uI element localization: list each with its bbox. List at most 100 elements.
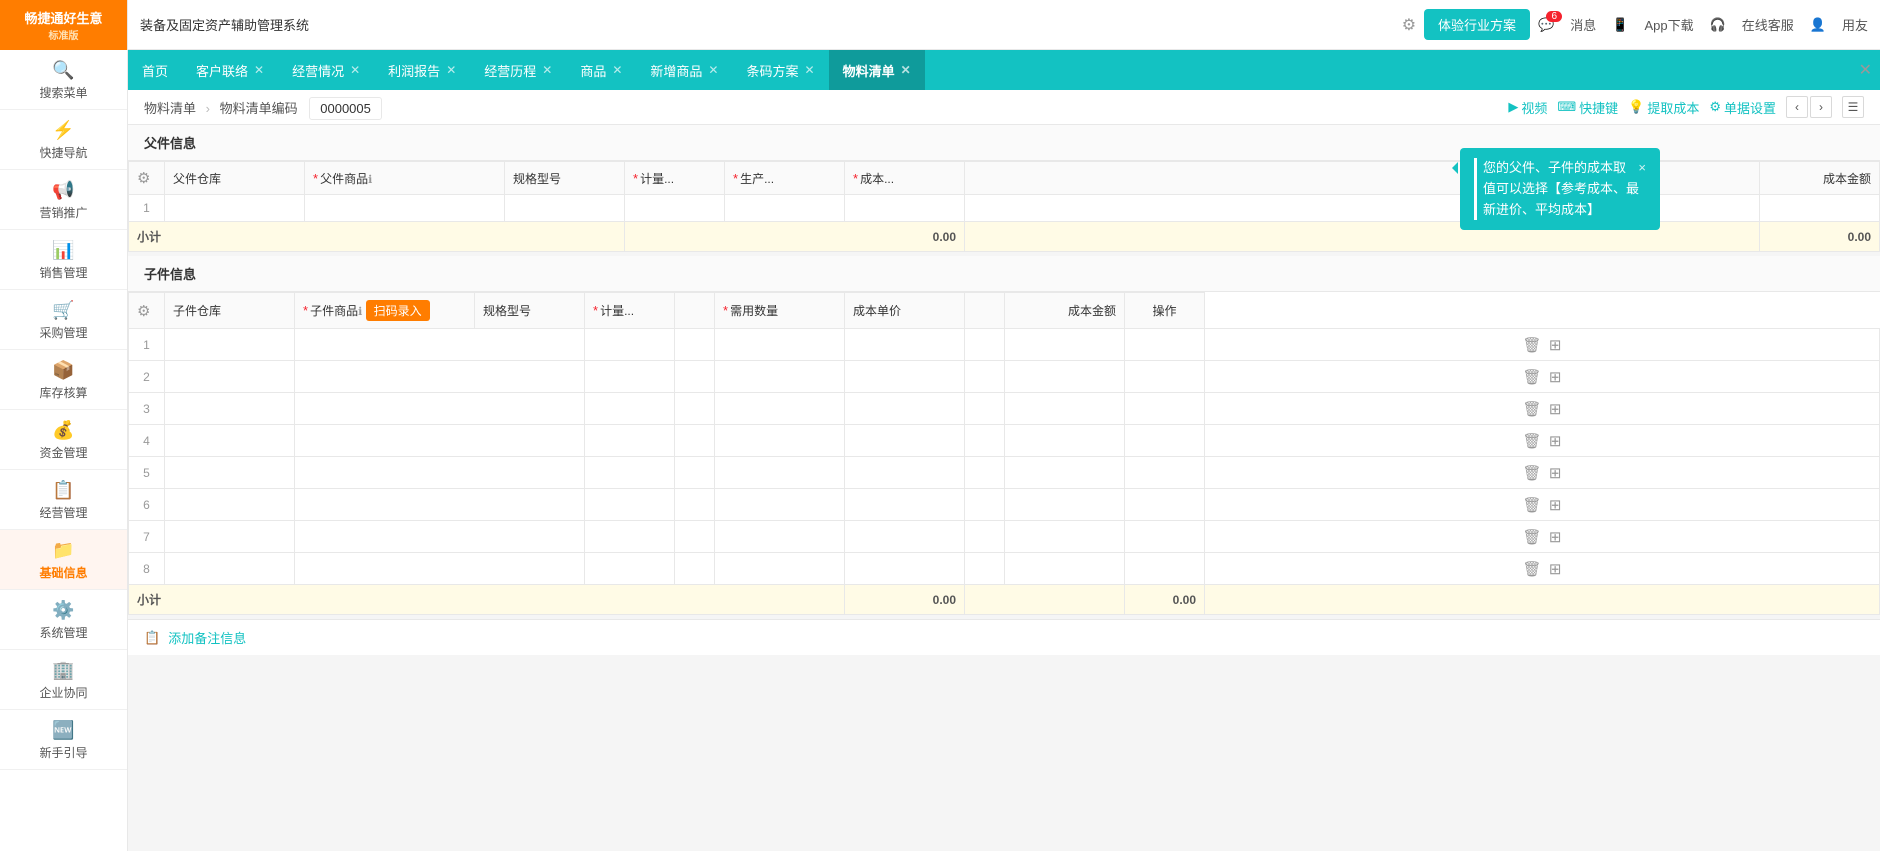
child-warehouse-cell[interactable] (165, 361, 295, 393)
delete-btn[interactable]: 🗑 (1521, 560, 1544, 578)
copy-btn[interactable]: ⊞ (1547, 400, 1564, 418)
sidebar-item-purchase[interactable]: 🛒 采购管理 (0, 290, 127, 350)
child-qty-cell[interactable] (845, 521, 965, 553)
tab-close-icon[interactable]: ✕ (805, 63, 815, 77)
child-spec-cell[interactable] (585, 553, 675, 585)
child-spec-cell[interactable] (585, 489, 675, 521)
child-unit-price-cell[interactable] (965, 489, 1005, 521)
copy-btn[interactable]: ⊞ (1547, 528, 1564, 546)
child-qty-cell[interactable] (845, 361, 965, 393)
child-spec-cell[interactable] (585, 425, 675, 457)
sidebar-item-system[interactable]: ⚙️ 系统管理 (0, 590, 127, 650)
child-unit-cell[interactable] (675, 425, 715, 457)
user-label[interactable]: 用友 (1842, 15, 1868, 34)
child-qty-cell[interactable] (845, 393, 965, 425)
child-unit-price-cell[interactable] (965, 553, 1005, 585)
child-product-cell[interactable] (295, 361, 585, 393)
list-view-btn[interactable]: ☰ (1842, 96, 1864, 118)
parent-spec-cell[interactable] (505, 195, 625, 222)
child-qty-cell[interactable] (845, 425, 965, 457)
delete-btn[interactable]: 🗑 (1521, 336, 1544, 354)
child-unit-cell[interactable] (675, 489, 715, 521)
tab-close-icon[interactable]: ✕ (542, 63, 552, 77)
parent-warehouse-cell[interactable] (165, 195, 305, 222)
child-unit-cell[interactable] (675, 361, 715, 393)
extract-cost-action[interactable]: 💡 提取成本 (1628, 98, 1699, 117)
child-spec-cell[interactable] (585, 521, 675, 553)
delete-btn[interactable]: 🗑 (1521, 496, 1544, 514)
child-unit-cell[interactable] (675, 329, 715, 361)
view-action[interactable]: ▶ 视频 (1508, 98, 1547, 117)
nav-tab-经营情况[interactable]: 经营情况✕ (278, 50, 374, 90)
tab-close-icon[interactable]: ✕ (708, 63, 718, 77)
app-download-label[interactable]: App下载 (1644, 15, 1693, 34)
sidebar-item-search[interactable]: 🔍 搜索菜单 (0, 50, 127, 110)
child-unit-price-cell[interactable] (965, 425, 1005, 457)
tab-close-icon[interactable]: ✕ (350, 63, 360, 77)
child-qty-cell[interactable] (845, 329, 965, 361)
child-warehouse-cell[interactable] (165, 489, 295, 521)
child-product-cell[interactable] (295, 425, 585, 457)
child-product-cell[interactable] (295, 553, 585, 585)
sidebar-item-marketing[interactable]: 📢 营销推广 (0, 170, 127, 230)
child-unit-price-cell[interactable] (965, 329, 1005, 361)
child-unit-price-cell[interactable] (965, 457, 1005, 489)
child-product-cell[interactable] (295, 457, 585, 489)
copy-btn[interactable]: ⊞ (1547, 496, 1564, 514)
child-warehouse-cell[interactable] (165, 553, 295, 585)
copy-btn[interactable]: ⊞ (1547, 560, 1564, 578)
child-col-gear-icon[interactable]: ⚙ (137, 303, 150, 320)
parent-unit-cell[interactable] (625, 195, 725, 222)
tab-close-icon[interactable]: ✕ (446, 63, 456, 77)
child-product-cell[interactable] (295, 489, 585, 521)
delete-btn[interactable]: 🗑 (1521, 464, 1544, 482)
nav-tab-新增商品[interactable]: 新增商品✕ (636, 50, 732, 90)
child-warehouse-cell[interactable] (165, 329, 295, 361)
copy-btn[interactable]: ⊞ (1547, 368, 1564, 386)
copy-btn[interactable]: ⊞ (1547, 464, 1564, 482)
child-product-cell[interactable] (295, 521, 585, 553)
child-warehouse-cell[interactable] (165, 425, 295, 457)
bottom-bar[interactable]: 📋 添加备注信息 (128, 619, 1880, 655)
copy-btn[interactable]: ⊞ (1547, 432, 1564, 450)
delete-btn[interactable]: 🗑 (1521, 368, 1544, 386)
nav-tab-条码方案[interactable]: 条码方案✕ (732, 50, 828, 90)
global-close-icon[interactable]: ✕ (1851, 60, 1880, 80)
nav-tab-商品[interactable]: 商品✕ (566, 50, 636, 90)
child-warehouse-cell[interactable] (165, 521, 295, 553)
prev-btn[interactable]: ‹ (1786, 96, 1808, 118)
nav-tab-经营历程[interactable]: 经营历程✕ (470, 50, 566, 90)
sidebar-item-corp[interactable]: 🏢 企业协同 (0, 650, 127, 710)
next-btn[interactable]: › (1810, 96, 1832, 118)
tab-close-icon[interactable]: ✕ (612, 63, 622, 77)
parent-product-cell[interactable] (305, 195, 505, 222)
child-unit-cell[interactable] (675, 393, 715, 425)
col-gear-icon[interactable]: ⚙ (137, 170, 150, 187)
child-product-cell[interactable] (295, 329, 585, 361)
parent-production-cell[interactable] (725, 195, 845, 222)
sidebar-item-operations[interactable]: 📋 经营管理 (0, 470, 127, 530)
sidebar-item-basic[interactable]: 📁 基础信息 (0, 530, 127, 590)
child-spec-cell[interactable] (585, 361, 675, 393)
parent-cost-cell[interactable] (845, 195, 965, 222)
gear-icon[interactable]: ⚙ (1402, 15, 1416, 35)
sidebar-item-guide[interactable]: 🆕 新手引导 (0, 710, 127, 770)
child-spec-cell[interactable] (585, 393, 675, 425)
single-settings-action[interactable]: ⚙ 单据设置 (1709, 98, 1776, 117)
nav-tab-客户联络[interactable]: 客户联络✕ (182, 50, 278, 90)
shortcut-action[interactable]: ⌨ 快捷键 (1557, 98, 1618, 117)
child-unit-price-cell[interactable] (965, 361, 1005, 393)
child-qty-cell[interactable] (845, 553, 965, 585)
delete-btn[interactable]: 🗑 (1521, 528, 1544, 546)
message-wrap[interactable]: 💬 6 (1538, 17, 1554, 33)
child-warehouse-cell[interactable] (165, 457, 295, 489)
tab-close-icon[interactable]: ✕ (901, 63, 911, 77)
child-unit-cell[interactable] (675, 553, 715, 585)
sidebar-item-finance[interactable]: 💰 资金管理 (0, 410, 127, 470)
child-unit-price-cell[interactable] (965, 393, 1005, 425)
sidebar-item-inventory[interactable]: 📦 库存核算 (0, 350, 127, 410)
copy-btn[interactable]: ⊞ (1547, 336, 1564, 354)
nav-tab-物料清单[interactable]: 物料清单✕ (829, 50, 925, 90)
online-service-label[interactable]: 在线客服 (1742, 15, 1794, 34)
delete-btn[interactable]: 🗑 (1521, 400, 1544, 418)
